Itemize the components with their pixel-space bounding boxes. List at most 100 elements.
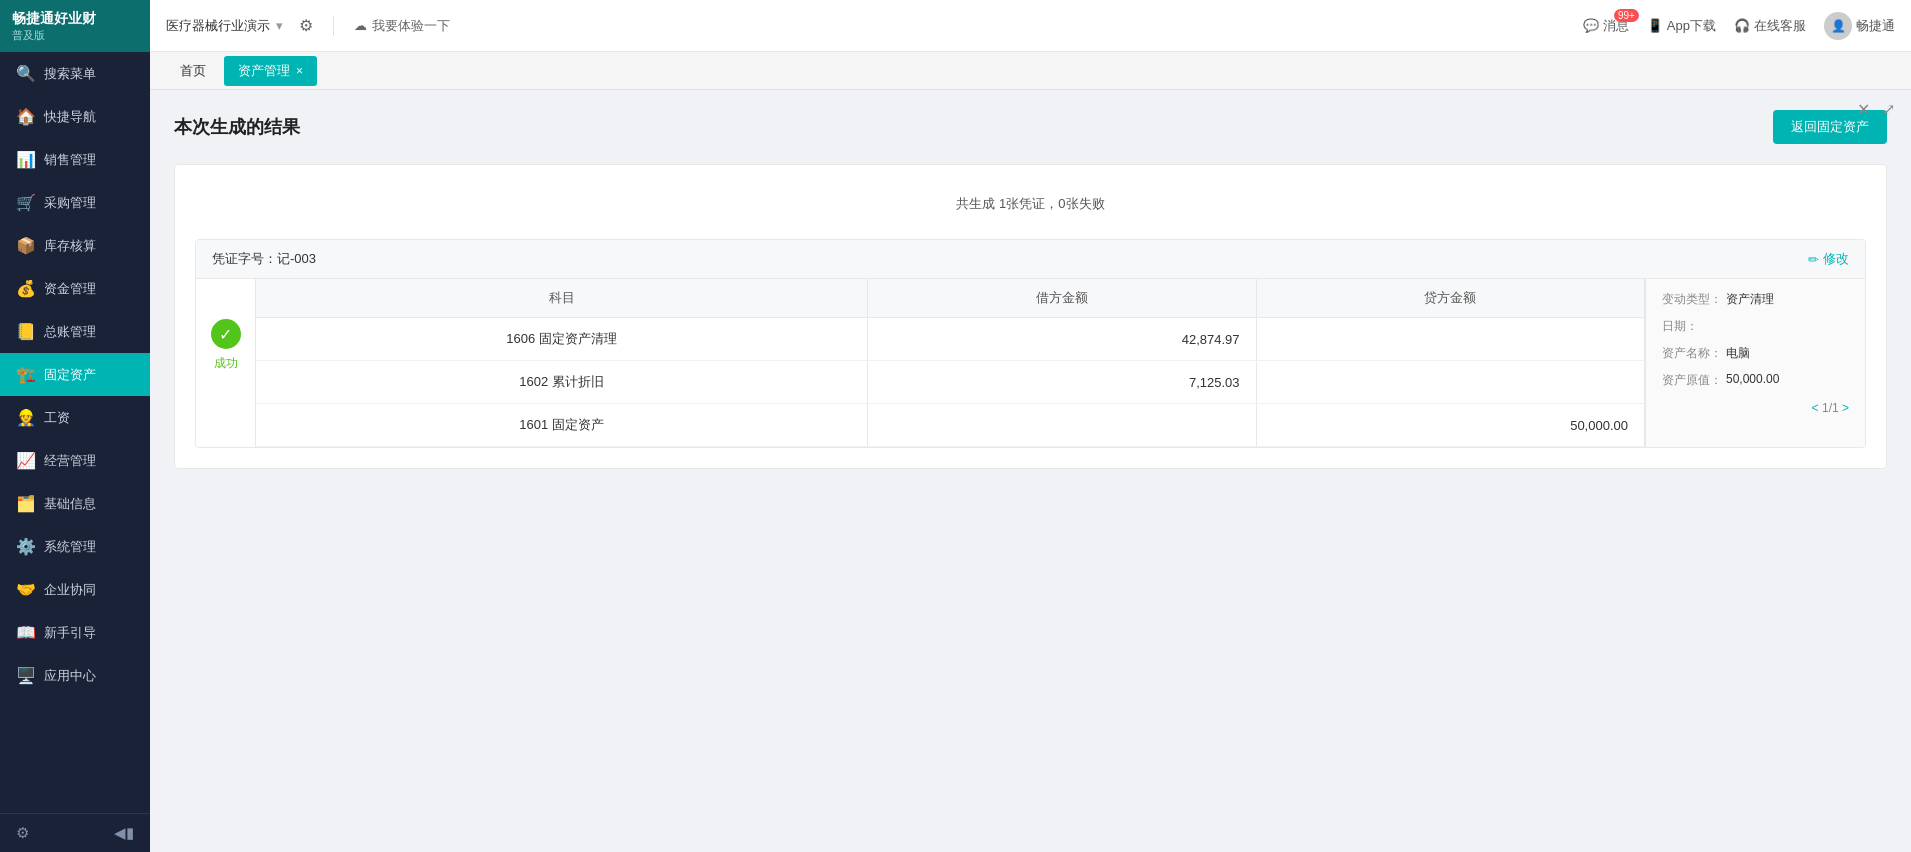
sidebar-item-label: 采购管理 [44,194,96,212]
next-page-icon[interactable]: > [1842,401,1849,415]
sidebar-item-label: 基础信息 [44,495,96,513]
sidebar-item-purchase[interactable]: 🛒 采购管理 [0,181,150,224]
credit-cell [1256,361,1644,404]
company-name: 医疗器械行业演示 [166,17,270,35]
col-header-subject: 科目 [256,279,868,318]
settings-gear-icon[interactable]: ⚙ [299,16,313,35]
payroll-icon: 👷 [16,408,36,427]
avatar: 👤 [1824,12,1852,40]
close-panel-icon[interactable]: ✕ [1853,98,1874,121]
experience-label: 我要体验一下 [372,17,450,35]
company-selector[interactable]: 医疗器械行业演示 ▾ [166,17,283,35]
sidebar-item-app-center[interactable]: 🖥️ 应用中心 [0,654,150,697]
edit-icon: ✏ [1808,252,1819,267]
app-center-icon: 🖥️ [16,666,36,685]
settings-icon[interactable]: ⚙ [16,824,29,842]
user-menu[interactable]: 👤 畅捷通 [1824,12,1895,40]
experience-button[interactable]: ☁ 我要体验一下 [354,17,450,35]
content-area: ✕ ⤢ 本次生成的结果 返回固定资产 共生成 1张凭证，0张失败 凭证字号：记-… [150,90,1911,852]
online-service-label: 在线客服 [1754,17,1806,35]
success-check-icon: ✓ [211,319,241,349]
sidebar-item-payroll[interactable]: 👷 工资 [0,396,150,439]
sales-icon: 📊 [16,150,36,169]
result-summary: 共生成 1张凭证，0张失败 [195,185,1866,223]
sidebar-item-label: 固定资产 [44,366,96,384]
sidebar-item-inventory[interactable]: 📦 库存核算 [0,224,150,267]
topbar: 医疗器械行业演示 ▾ ⚙ ☁ 我要体验一下 💬 消息 99+ 📱 App下载 🎧… [150,0,1911,52]
topbar-divider [333,16,334,36]
sidebar-item-capital[interactable]: 💰 资金管理 [0,267,150,310]
base-info-icon: 🗂️ [16,494,36,513]
sidebar-item-label: 新手引导 [44,624,96,642]
sidebar-item-label: 经营管理 [44,452,96,470]
tab-close-icon[interactable]: × [296,64,303,78]
asset-value-label: 资产原值： [1662,372,1722,389]
prev-page-icon[interactable]: < [1812,401,1819,415]
sidebar-item-label: 快捷导航 [44,108,96,126]
debit-cell: 42,874.97 [868,318,1256,361]
tab-label: 资产管理 [238,62,290,80]
sidebar-item-label: 工资 [44,409,70,427]
online-service-button[interactable]: 🎧 在线客服 [1734,17,1806,35]
sidebar-item-system[interactable]: ⚙️ 系统管理 [0,525,150,568]
pagination-info: 1/1 [1822,401,1842,415]
side-pagination: < 1/1 > [1662,401,1849,415]
sidebar-item-sales[interactable]: 📊 销售管理 [0,138,150,181]
debit-cell: 7,125.03 [868,361,1256,404]
sidebar-footer: ⚙ ◀▮ [0,813,150,852]
voucher-number: 凭证字号：记-003 [212,250,316,268]
home-icon: 🏠 [16,107,36,126]
edit-label: 修改 [1823,250,1849,268]
messages-button[interactable]: 💬 消息 99+ [1583,17,1629,35]
page-title: 本次生成的结果 [174,115,300,139]
voucher-table: ✓ 成功 科目 借方金额 贷方金额 [196,279,1865,447]
sidebar-item-guide[interactable]: 📖 新手引导 [0,611,150,654]
change-type-row: 变动类型： 资产清理 [1662,291,1849,308]
date-row: 日期： [1662,318,1849,335]
sidebar-nav: 🔍 搜索菜单 🏠 快捷导航 📊 销售管理 🛒 采购管理 📦 库存核算 💰 资金管… [0,52,150,813]
voucher-data-table: 科目 借方金额 贷方金额 1606 固定资产清理 42,874.97 [256,279,1645,447]
inventory-icon: 📦 [16,236,36,255]
app-download-label: App下载 [1667,17,1716,35]
chevron-down-icon: ▾ [276,18,283,33]
table-row: 1601 固定资产 50,000.00 [256,404,1645,447]
sidebar-item-search[interactable]: 🔍 搜索菜单 [0,52,150,95]
app-download-button[interactable]: 📱 App下载 [1647,17,1716,35]
date-label: 日期： [1662,318,1698,335]
credit-cell: 50,000.00 [1256,404,1644,447]
expand-panel-icon[interactable]: ⤢ [1878,98,1899,121]
sidebar-item-label: 企业协同 [44,581,96,599]
system-icon: ⚙️ [16,537,36,556]
tabs-bar: 首页 资产管理 × [150,52,1911,90]
sidebar-item-label: 系统管理 [44,538,96,556]
sidebar-item-enterprise[interactable]: 🤝 企业协同 [0,568,150,611]
col-header-debit: 借方金额 [868,279,1256,318]
table-row: 1606 固定资产清理 42,874.97 [256,318,1645,361]
success-label: 成功 [214,355,238,372]
subject-cell: 1602 累计折旧 [256,361,868,404]
tab-asset-mgmt[interactable]: 资产管理 × [224,56,317,86]
voucher-header: 凭证字号：记-003 ✏ 修改 [196,240,1865,279]
sidebar-item-label: 销售管理 [44,151,96,169]
tab-home[interactable]: 首页 [166,56,220,86]
enterprise-icon: 🤝 [16,580,36,599]
sidebar-item-base-info[interactable]: 🗂️ 基础信息 [0,482,150,525]
download-icon: 📱 [1647,18,1663,33]
subject-cell: 1601 固定资产 [256,404,868,447]
sidebar-item-quick-nav[interactable]: 🏠 快捷导航 [0,95,150,138]
sidebar-item-operations[interactable]: 📈 经营管理 [0,439,150,482]
fixed-assets-icon: 🏗️ [16,365,36,384]
message-icon: 💬 [1583,18,1599,33]
capital-icon: 💰 [16,279,36,298]
app-subtitle: 普及版 [12,28,45,43]
asset-name-row: 资产名称： 电脑 [1662,345,1849,362]
edit-button[interactable]: ✏ 修改 [1808,250,1849,268]
sidebar-item-label: 搜索菜单 [44,65,96,83]
asset-name-value: 电脑 [1726,345,1750,362]
asset-value-value: 50,000.00 [1726,372,1779,386]
sidebar-item-ledger[interactable]: 📒 总账管理 [0,310,150,353]
success-column: ✓ 成功 [196,279,256,447]
collapse-icon[interactable]: ◀▮ [114,824,134,842]
subject-cell: 1606 固定资产清理 [256,318,868,361]
sidebar-item-fixed-assets[interactable]: 🏗️ 固定资产 [0,353,150,396]
